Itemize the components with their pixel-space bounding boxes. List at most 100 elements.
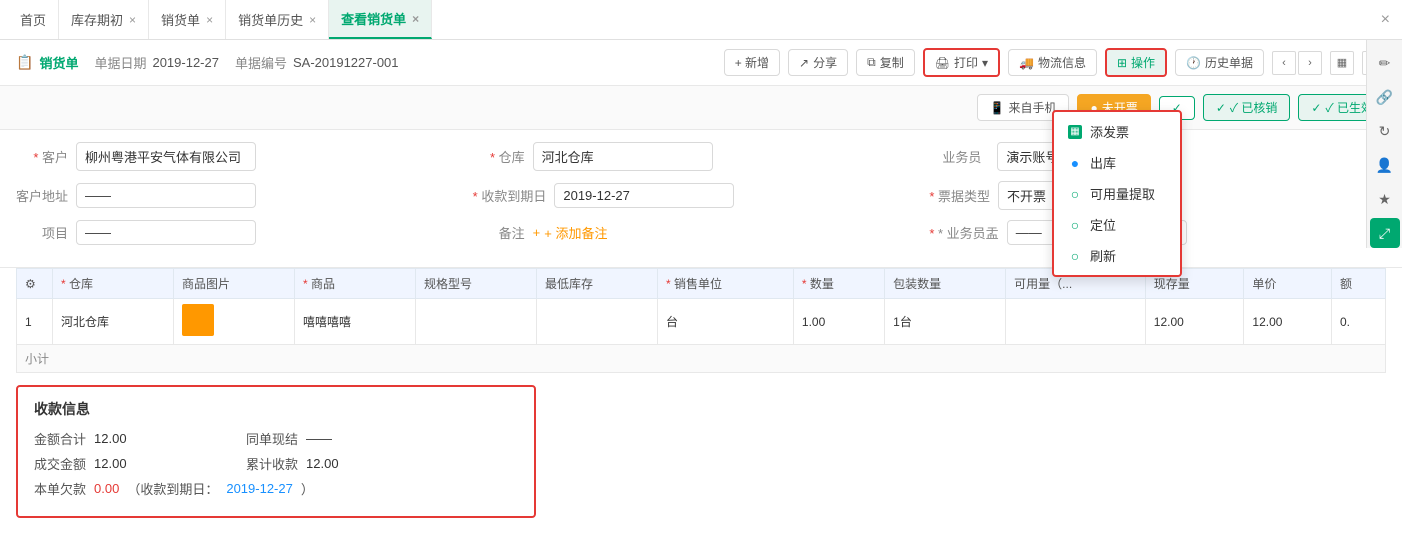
plus-icon: + (533, 225, 541, 240)
copy-icon: ⧉ (867, 55, 876, 70)
same-order-value: —— (306, 431, 332, 446)
warehouse-value[interactable]: 河北仓库 (533, 142, 713, 171)
refresh-icon: ○ (1068, 249, 1082, 263)
due-date-field: 收款到期日 2019-12-27 (473, 183, 930, 208)
sidebar-star-icon[interactable]: ★ (1370, 184, 1400, 214)
available-pickup-label: 可用量提取 (1090, 184, 1155, 203)
history-button[interactable]: 🕐 历史单据 (1175, 49, 1264, 76)
sidebar-refresh-icon[interactable]: ↻ (1370, 116, 1400, 146)
col-unit: * 销售单位 (658, 269, 794, 299)
mobile-icon: 📱 (990, 101, 1005, 115)
row-quantity: 1.00 (793, 299, 884, 345)
payment-transaction: 成交金额 12.00 (34, 454, 214, 473)
sidebar-user-icon[interactable]: 👤 (1370, 150, 1400, 180)
available-pickup-item[interactable]: ○ 可用量提取 (1054, 178, 1180, 209)
logistics-icon: 🚚 (1019, 56, 1034, 70)
tab-inventory-init[interactable]: 库存期初 × (59, 0, 149, 39)
total-label: 金额合计 (34, 429, 86, 448)
toolbar: + 新增 ↗ 分享 ⧉ 复制 🖨 打印 ▾ 🚚 物流信息 ⊞ 操作 (724, 48, 1386, 77)
due-value: 0.00 (94, 481, 119, 496)
refresh-item[interactable]: ○ 刷新 (1054, 240, 1180, 271)
doc-date-field: 单据日期 2019-12-27 (94, 53, 219, 72)
project-value[interactable]: —— (76, 220, 256, 245)
copy-button[interactable]: ⧉ 复制 (856, 49, 915, 76)
sidebar-expand-icon[interactable]: ⤢ (1370, 218, 1400, 248)
payment-row-2: 成交金额 12.00 累计收款 12.00 (34, 454, 518, 473)
grid-icon: ▦ (1337, 56, 1347, 69)
col-settings[interactable]: ⚙ (17, 269, 53, 299)
remark-label: 备注 (473, 223, 533, 242)
tab-inventory-init-close[interactable]: × (129, 13, 136, 27)
row-num: 1 (17, 299, 53, 345)
sold-icon: ✓ (1216, 101, 1226, 115)
warehouse-out-item[interactable]: ● 出库 (1054, 147, 1180, 178)
prev-button[interactable]: ‹ (1272, 51, 1296, 75)
doc-number-label: 单据编号 (235, 53, 287, 72)
row-amount: 0. (1331, 299, 1385, 345)
customer-value[interactable]: 柳州粤港平安气体有限公司 (76, 142, 256, 171)
address-label: 客户地址 (16, 186, 76, 205)
tab-home[interactable]: 首页 (8, 0, 59, 39)
data-table: ⚙ * 仓库 商品图片 * 商品 规格型号 最低库存 * 销售单位 * 数量 包… (16, 268, 1386, 373)
effective-icon: ✓ (1311, 101, 1321, 115)
tab-view-sales-close[interactable]: × (412, 12, 419, 26)
tab-view-sales[interactable]: 查看销货单 × (329, 0, 432, 39)
right-sidebar: ✏ 🔗 ↻ 👤 ★ ⤢ (1366, 40, 1402, 248)
available-pickup-icon: ○ (1068, 187, 1082, 201)
project-label: 项目 (16, 223, 76, 242)
doc-date-value: 2019-12-27 (152, 55, 219, 70)
doc-number-field: 单据编号 SA-20191227-001 (235, 53, 399, 72)
total-value: 12.00 (94, 431, 127, 446)
sold-badge[interactable]: ✓ ✓ 已核销 (1203, 94, 1291, 121)
grid-view-button[interactable]: ▦ (1330, 51, 1354, 75)
project-field: 项目 —— (16, 220, 473, 245)
col-spec: 规格型号 (416, 269, 537, 299)
share-button[interactable]: ↗ 分享 (788, 49, 848, 76)
print-button[interactable]: 🖨 打印 ▾ (923, 48, 1000, 77)
customer-field: 客户 柳州粤港平安气体有限公司 (16, 142, 473, 171)
action-bar: 📱 来自手机 ● 未开票 ✓ ✓ ✓ 已核销 ✓ ✓ 已生效 (0, 86, 1402, 130)
transaction-label: 成交金额 (34, 454, 86, 473)
next-button[interactable]: › (1298, 51, 1322, 75)
doc-number-value: SA-20191227-001 (293, 55, 399, 70)
add-invoice-item[interactable]: ▦ 添发票 (1054, 116, 1180, 147)
doc-type-label: 销货单 (39, 53, 78, 72)
logistics-button[interactable]: 🚚 物流信息 (1008, 49, 1097, 76)
sidebar-edit-icon[interactable]: ✏ (1370, 48, 1400, 78)
sales-staff-label: * 业务员盂 (929, 223, 1006, 242)
operation-icon: ⊞ (1117, 56, 1127, 70)
operation-button[interactable]: ⊞ 操作 (1105, 48, 1167, 77)
tab-sales-order-close[interactable]: × (206, 13, 213, 27)
col-product: * 商品 (295, 269, 416, 299)
tab-sales-history-close[interactable]: × (309, 13, 316, 27)
staff-label: 业务员 (929, 147, 989, 166)
warehouse-label: 仓库 (473, 147, 533, 166)
locate-item[interactable]: ○ 定位 (1054, 209, 1180, 240)
row-warehouse: 河北仓库 (53, 299, 174, 345)
due-date-value[interactable]: 2019-12-27 (554, 183, 734, 208)
sidebar-link-icon[interactable]: 🔗 (1370, 82, 1400, 112)
col-unit-price: 单价 (1244, 269, 1332, 299)
print-dropdown-icon: ▾ (982, 56, 988, 70)
add-invoice-label: 添发票 (1090, 122, 1129, 141)
due-suffix: （收款到期日： (127, 479, 218, 498)
new-button[interactable]: + 新增 (724, 49, 780, 76)
remark-field: 备注 + + 添加备注 (473, 223, 930, 242)
col-product-img: 商品图片 (174, 269, 295, 299)
locate-label: 定位 (1090, 215, 1116, 234)
address-field: 客户地址 —— (16, 183, 473, 208)
transaction-value: 12.00 (94, 456, 127, 471)
table-row: 1 河北仓库 嘻嘻嘻嘻 台 1.00 1台 12.00 12.00 0. (17, 299, 1386, 345)
global-close-btn[interactable]: × (1381, 11, 1390, 29)
due-date: 2019-12-27 (226, 481, 293, 496)
row-pack-qty: 1台 (885, 299, 1006, 345)
due-date-label: 收款到期日 (473, 186, 555, 205)
add-remark-button[interactable]: + + 添加备注 (533, 223, 608, 242)
address-value[interactable]: —— (76, 183, 256, 208)
tab-sales-history[interactable]: 销货单历史 × (226, 0, 329, 39)
subtotal-label: 小计 (17, 345, 1386, 373)
tab-sales-order[interactable]: 销货单 × (149, 0, 226, 39)
print-icon: 🖨 (935, 56, 950, 70)
operation-dropdown: ▦ 添发票 ● 出库 ○ 可用量提取 ○ 定位 ○ 刷新 (1052, 110, 1182, 277)
doc-type-icon: 📋 (16, 54, 33, 71)
